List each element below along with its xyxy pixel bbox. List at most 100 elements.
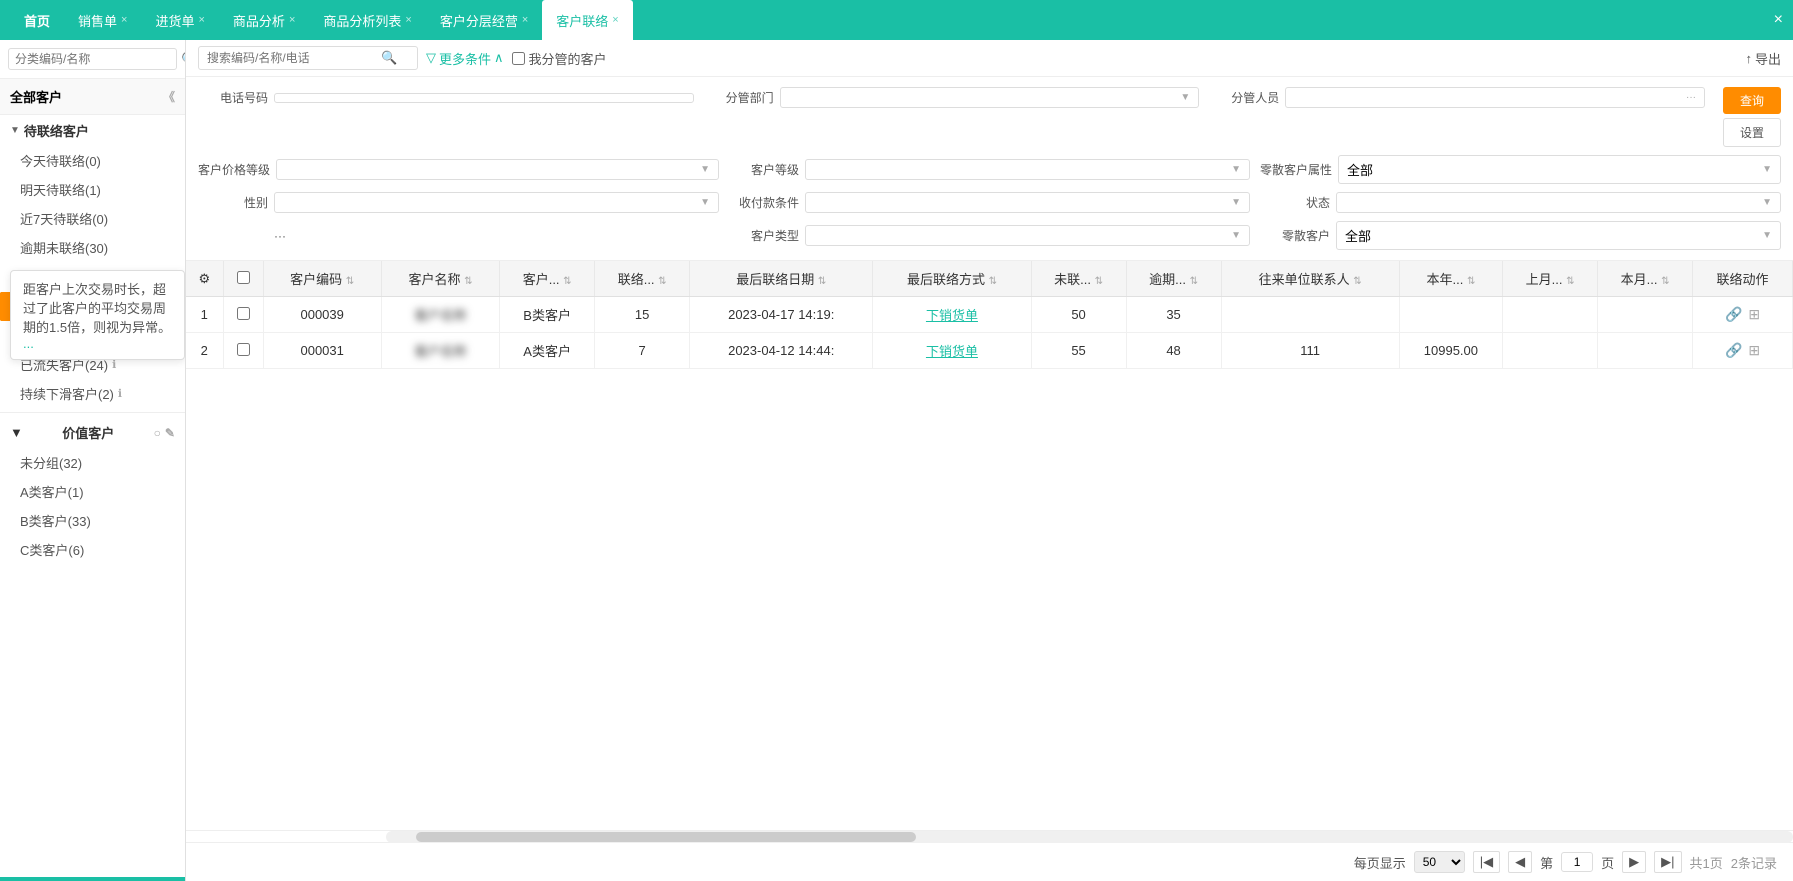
last-page-btn[interactable]: ▶| xyxy=(1654,851,1681,873)
info-icon-declining[interactable]: ℹ xyxy=(118,387,122,400)
tab-home[interactable]: 首页 xyxy=(10,0,64,40)
row2-link-icon[interactable]: 🔗 xyxy=(1725,342,1742,359)
customer-type-dropdown[interactable]: ▼ xyxy=(805,225,1250,246)
circle-icon[interactable]: ○ xyxy=(154,426,161,440)
search-button[interactable]: 查询 xyxy=(1723,87,1781,114)
tab-sales-order[interactable]: 销售单 × xyxy=(64,0,141,40)
sidebar-item-tomorrow[interactable]: 明天待联络(1) xyxy=(0,175,185,204)
person-input[interactable]: ··· xyxy=(1285,87,1705,108)
dept-dropdown[interactable]: ▼ xyxy=(780,87,1200,108)
phone-input[interactable] xyxy=(274,93,694,103)
col-action[interactable]: 联络动作 xyxy=(1693,261,1793,297)
row1-link-icon[interactable]: 🔗 xyxy=(1725,306,1742,323)
sidebar-item-overdue[interactable]: 逾期未联络(30) xyxy=(0,233,185,262)
my-customer-checkbox[interactable] xyxy=(512,52,525,65)
export-button[interactable]: ↑ 导出 xyxy=(1745,49,1781,68)
retail-customer-dropdown[interactable]: 全部 ▼ xyxy=(1336,221,1781,250)
tab-customer-tier[interactable]: 客户分层经营 × xyxy=(426,0,542,40)
row1-overdue: 35 xyxy=(1126,297,1221,333)
close-tab-contact[interactable]: × xyxy=(612,14,618,26)
tab-purchase-order[interactable]: 进货单 × xyxy=(141,0,218,40)
row1-grid-icon[interactable]: ⊞ xyxy=(1748,306,1760,323)
row1-contact-count: 15 xyxy=(595,297,690,333)
row2-checkbox[interactable] xyxy=(223,333,263,369)
tab-customer-contact[interactable]: 客户联络 × xyxy=(542,0,632,40)
col-this-month[interactable]: 本月... ⇅ xyxy=(1598,261,1693,297)
col-this-year[interactable]: 本年... ⇅ xyxy=(1399,261,1502,297)
row2-last-method[interactable]: 下销货单 xyxy=(873,333,1031,369)
top-navigation: 首页 销售单 × 进货单 × 商品分析 × 商品分析列表 × 客户分层经营 × … xyxy=(0,0,1793,40)
col-type[interactable]: 客户... ⇅ xyxy=(500,261,595,297)
close-tab-analysis-list[interactable]: × xyxy=(405,14,411,26)
sidebar-item-declining[interactable]: 持续下滑客户(2) ℹ xyxy=(0,379,185,408)
edit-icon[interactable]: ✎ xyxy=(165,426,175,440)
all-customers-header[interactable]: 全部客户 《 xyxy=(0,79,185,115)
col-code[interactable]: 客户编码 ⇅ xyxy=(263,261,381,297)
settings-button[interactable]: 设置 xyxy=(1723,118,1781,147)
gender-dropdown[interactable]: ▼ xyxy=(274,192,719,213)
price-level-dropdown[interactable]: ▼ xyxy=(276,159,719,180)
payment-dropdown[interactable]: ▼ xyxy=(805,192,1250,213)
status-dropdown[interactable]: ▼ xyxy=(1336,192,1781,213)
retail-customer-caret: ▼ xyxy=(1762,230,1772,241)
close-tab-tier[interactable]: × xyxy=(522,14,528,26)
first-page-btn[interactable]: |◀ xyxy=(1473,851,1500,873)
page-number-input[interactable] xyxy=(1561,852,1593,872)
tab-product-analysis[interactable]: 商品分析 × xyxy=(219,0,309,40)
main-search-input[interactable] xyxy=(207,51,377,65)
horizontal-scrollbar-area xyxy=(186,830,1793,842)
close-tab-purchase[interactable]: × xyxy=(198,14,204,26)
more-conditions-btn[interactable]: ▽ 更多条件 ∧ xyxy=(426,49,504,68)
sidebar-search-icon[interactable]: 🔍 xyxy=(181,51,186,68)
sidebar-search-input[interactable] xyxy=(8,48,177,70)
close-window-button[interactable]: × xyxy=(1774,11,1783,29)
prev-page-btn[interactable]: ◀ xyxy=(1508,851,1532,873)
col-settings[interactable]: ⚙ xyxy=(186,261,223,297)
row2-this-year: 10995.00 xyxy=(1399,333,1502,369)
col-uncontacted[interactable]: 未联... ⇅ xyxy=(1031,261,1126,297)
per-page-select[interactable]: 50 100 200 xyxy=(1414,851,1465,873)
retail-attr-dropdown[interactable]: 全部 ▼ xyxy=(1338,155,1781,184)
sidebar-divider xyxy=(0,412,185,413)
sidebar-item-ungrouped[interactable]: 未分组(32) xyxy=(0,448,185,477)
edit-icons-area: ○ ✎ xyxy=(154,426,175,440)
filter-status: 状态 ▼ xyxy=(1260,192,1781,213)
col-checkbox[interactable] xyxy=(223,261,263,297)
col-name[interactable]: 客户名称 ⇅ xyxy=(381,261,499,297)
close-tab-analysis[interactable]: × xyxy=(289,14,295,26)
my-customer-checkbox-area[interactable]: 我分管的客户 xyxy=(512,49,607,68)
tooltip-more-link[interactable]: ... xyxy=(23,336,34,351)
close-tab-sales-order[interactable]: × xyxy=(121,14,127,26)
select-all-checkbox[interactable] xyxy=(237,271,250,284)
filter-action-buttons: 查询 设置 xyxy=(1723,87,1781,147)
row2-grid-icon[interactable]: ⊞ xyxy=(1748,342,1760,359)
tab-product-analysis-list[interactable]: 商品分析列表 × xyxy=(309,0,425,40)
col-contact-person[interactable]: 往来单位联系人 ⇅ xyxy=(1221,261,1399,297)
sidebar-item-today[interactable]: 今天待联络(0) xyxy=(0,146,185,175)
row1-last-method[interactable]: 下销货单 xyxy=(873,297,1031,333)
horizontal-scrollbar[interactable] xyxy=(386,831,1793,843)
sidebar-item-class-b[interactable]: B类客户(33) xyxy=(0,506,185,535)
col-contact-count[interactable]: 联络... ⇅ xyxy=(595,261,690,297)
filter-dept: 分管部门 ▼ xyxy=(704,87,1200,108)
col-overdue[interactable]: 逾期... ⇅ xyxy=(1126,261,1221,297)
sidebar-item-class-c[interactable]: C类客户(6) xyxy=(0,535,185,564)
col-last-month[interactable]: 上月... ⇅ xyxy=(1503,261,1598,297)
pending-arrow: ▼ xyxy=(10,125,20,136)
row1-code: 000039 xyxy=(263,297,381,333)
scrollbar-thumb[interactable] xyxy=(416,832,916,842)
next-page-btn[interactable]: ▶ xyxy=(1622,851,1646,873)
main-search-icon[interactable]: 🔍 xyxy=(381,50,397,66)
filter-gender: 性别 ▼ xyxy=(198,192,719,213)
row1-checkbox[interactable] xyxy=(223,297,263,333)
sidebar-item-7days[interactable]: 近7天待联络(0) xyxy=(0,204,185,233)
customer-level-dropdown[interactable]: ▼ xyxy=(805,159,1250,180)
col-last-contact-date[interactable]: 最后联络日期 ⇅ xyxy=(690,261,873,297)
col-last-contact-method[interactable]: 最后联络方式 ⇅ xyxy=(873,261,1031,297)
chevron-down-icon: ∧ xyxy=(494,50,504,66)
all-customers-label: 全部客户 xyxy=(10,87,62,106)
sidebar-item-class-a[interactable]: A类客户(1) xyxy=(0,477,185,506)
table-row: 1 000039 客户名称 B类客户 15 2023-04-17 14:19: … xyxy=(186,297,1793,333)
pending-contact-group[interactable]: ▼ 待联络客户 xyxy=(0,115,185,146)
collapse-sidebar-icon[interactable]: 《 xyxy=(163,88,175,105)
